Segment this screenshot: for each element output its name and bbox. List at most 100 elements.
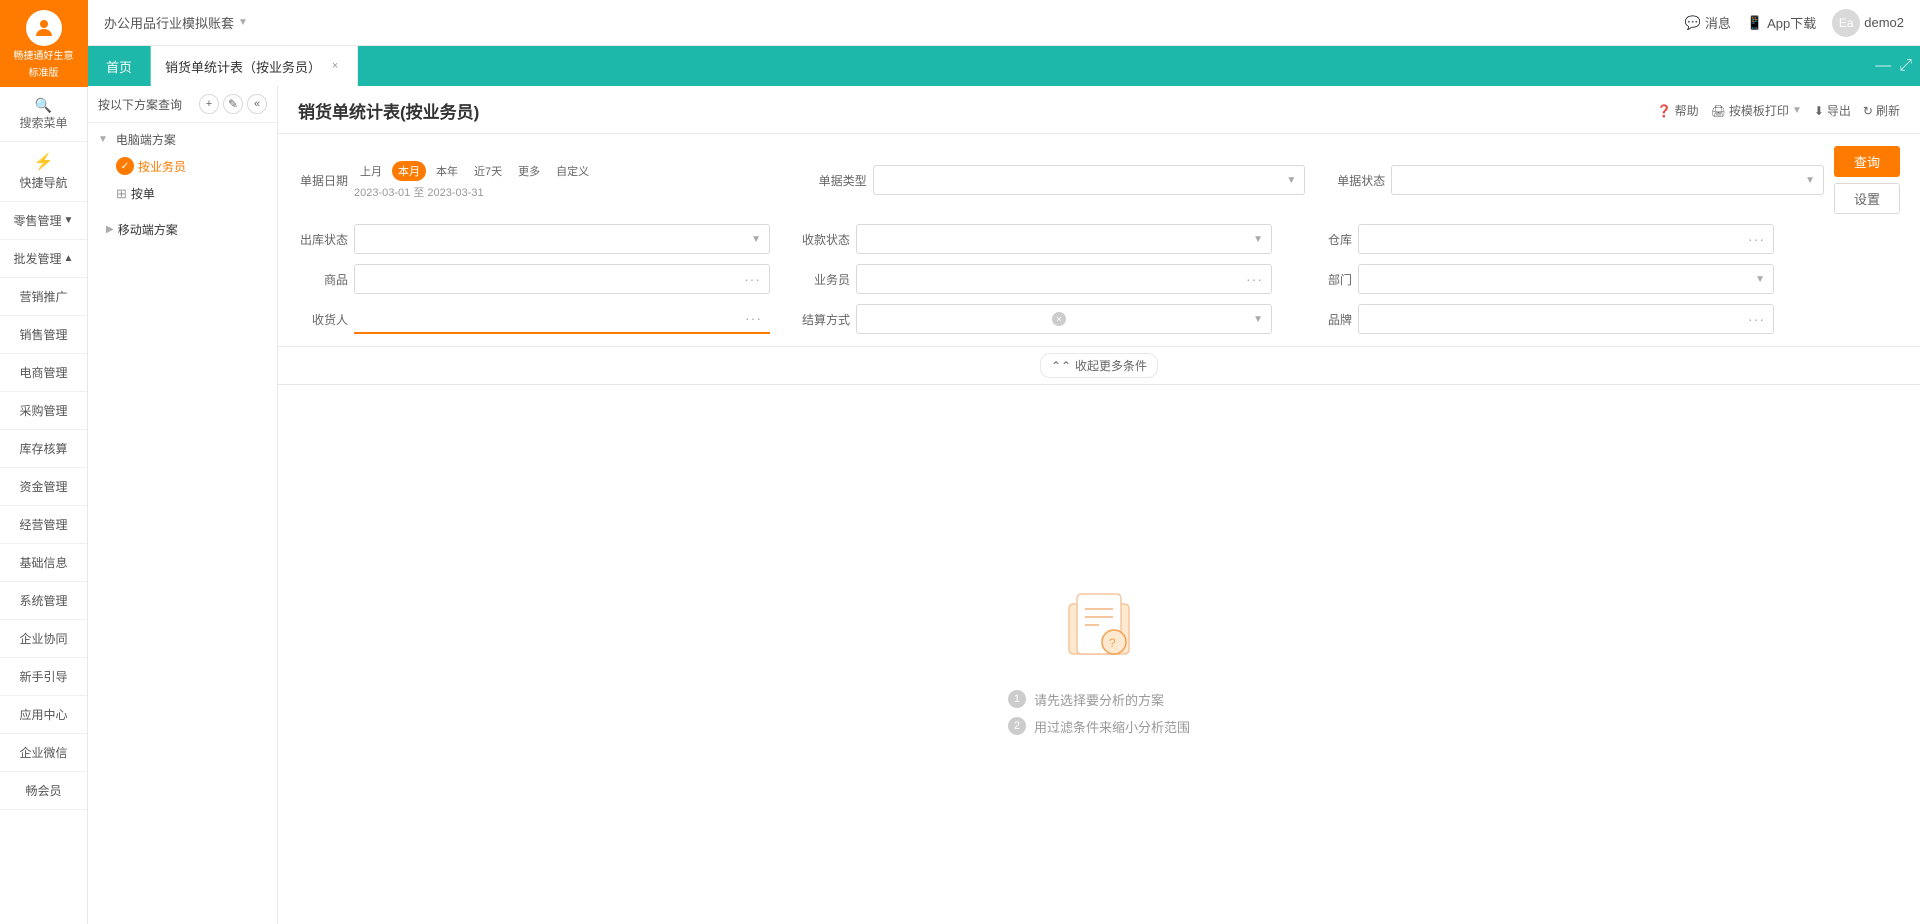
add-scheme-btn[interactable]: + bbox=[199, 94, 219, 114]
help-btn[interactable]: ❓ 帮助 bbox=[1657, 102, 1699, 119]
message-icon: 💬 bbox=[1685, 15, 1701, 31]
app-download-btn[interactable]: 📱 App下载 bbox=[1747, 13, 1816, 32]
brand-control[interactable]: ··· bbox=[1358, 304, 1774, 334]
sidebar-item-member-label: 畅会员 bbox=[4, 782, 83, 799]
sidebar-item-finance[interactable]: 资金管理 bbox=[0, 468, 87, 506]
sidebar-item-marketing-label: 营销推广 bbox=[4, 288, 83, 305]
topbar-right: 💬 消息 📱 App下载 Ea demo2 bbox=[1685, 9, 1904, 37]
query-button[interactable]: 查询 bbox=[1834, 146, 1900, 177]
logo-icon bbox=[26, 10, 62, 46]
user-info[interactable]: Ea demo2 bbox=[1832, 9, 1904, 37]
logo-text: 畅捷通好生意 bbox=[14, 50, 74, 64]
filter-item-dept: 部门 ▼ bbox=[1302, 264, 1774, 294]
filter-row-4: 收货人 ··· 结算方式 × ▼ bbox=[298, 304, 1900, 334]
user-avatar: Ea bbox=[1832, 9, 1860, 37]
doc-type-arrow: ▼ bbox=[1286, 175, 1296, 186]
filter-item-doc-type: 单据类型 ▼ bbox=[817, 165, 1306, 195]
group-pc-text: 电脑端方案 bbox=[116, 131, 176, 148]
message-btn[interactable]: 💬 消息 bbox=[1685, 13, 1731, 32]
sidebar-item-apps[interactable]: 应用中心 bbox=[0, 696, 87, 734]
settle-control[interactable]: × ▼ bbox=[856, 304, 1272, 334]
sidebar-item-wholesale[interactable]: 批发管理 ▲ bbox=[0, 240, 87, 278]
tab-home[interactable]: 首页 bbox=[88, 46, 151, 86]
edit-scheme-btn[interactable]: ✎ bbox=[223, 94, 243, 114]
collect-status-control[interactable]: ▼ bbox=[856, 224, 1272, 254]
sidebar-item-purchase[interactable]: 采购管理 bbox=[0, 392, 87, 430]
settle-clear-btn[interactable]: × bbox=[1052, 312, 1066, 326]
left-panel-header: 按以下方案查询 + ✎ « bbox=[88, 86, 277, 123]
export-btn[interactable]: ⬇ 导出 bbox=[1814, 102, 1851, 119]
doc-type-control[interactable]: ▼ bbox=[873, 165, 1306, 195]
collapse-left-btn[interactable]: « bbox=[247, 94, 267, 114]
date-tab-prev-month[interactable]: 上月 bbox=[354, 161, 388, 181]
date-tab-custom[interactable]: 自定义 bbox=[550, 161, 595, 181]
sidebar: 畅捷通好生意 标准版 🔍 搜索菜单 ⚡ 快捷导航 零售管理 ▼ 批发管理 ▲ 营… bbox=[0, 0, 88, 924]
date-tab-7days[interactable]: 近7天 bbox=[468, 161, 508, 181]
left-panel-title: 按以下方案查询 bbox=[98, 96, 182, 113]
account-dropdown[interactable]: 办公用品行业模拟账套 ▼ bbox=[104, 13, 248, 32]
sidebar-item-base[interactable]: 基础信息 bbox=[0, 544, 87, 582]
sidebar-item-system[interactable]: 系统管理 bbox=[0, 582, 87, 620]
empty-state: ? 1 请先选择要分析的方案 2 用过滤条件来缩小分析范围 bbox=[278, 385, 1920, 924]
tab-minimize-btn[interactable]: — bbox=[1875, 57, 1891, 75]
set-button[interactable]: 设置 bbox=[1834, 183, 1900, 214]
sidebar-item-newbie[interactable]: 新手引导 bbox=[0, 658, 87, 696]
sidebar-search-item[interactable]: 🔍 搜索菜单 bbox=[0, 87, 87, 142]
collapse-up-icon: ⌃⌃ bbox=[1051, 359, 1071, 373]
tab-maximize-btn[interactable]: ⤢ bbox=[1899, 57, 1912, 75]
scheme-group-mobile-label[interactable]: ▶ 移动端方案 bbox=[88, 215, 277, 244]
receiver-control[interactable]: ··· bbox=[354, 304, 770, 334]
date-tab-this-year[interactable]: 本年 bbox=[430, 161, 464, 181]
collapse-conditions-btn[interactable]: ⌃⌃ 收起更多条件 bbox=[1040, 353, 1158, 378]
date-tab-this-month[interactable]: 本月 bbox=[392, 161, 426, 181]
avatar-text: Ea bbox=[1839, 16, 1854, 30]
refresh-btn[interactable]: ↻ 刷新 bbox=[1863, 102, 1900, 119]
out-status-control[interactable]: ▼ bbox=[354, 224, 770, 254]
sidebar-item-ops[interactable]: 经营管理 bbox=[0, 506, 87, 544]
app-download-icon: 📱 bbox=[1747, 15, 1763, 31]
empty-tip-2: 2 用过滤条件来缩小分析范围 bbox=[1008, 717, 1190, 736]
sidebar-item-ecommerce[interactable]: 电商管理 bbox=[0, 354, 87, 392]
sidebar-item-member[interactable]: 畅会员 bbox=[0, 772, 87, 810]
filter-row-1: 单据日期 上月 本月 本年 近7天 更多 自定义 2023-03-01 至 20… bbox=[298, 146, 1900, 214]
scheme-item-by-doc[interactable]: ⊞ 按单 bbox=[88, 180, 277, 207]
scheme-group-mobile: ▶ 移动端方案 bbox=[88, 211, 277, 248]
tabbar: 首页 销货单统计表（按业务员） × — ⤢ bbox=[88, 46, 1920, 86]
sidebar-item-retail[interactable]: 零售管理 ▼ bbox=[0, 202, 87, 240]
filter-item-receiver: 收货人 ··· bbox=[298, 304, 770, 334]
sidebar-item-inventory[interactable]: 库存核算 bbox=[0, 430, 87, 468]
print-icon: 🖨 bbox=[1711, 104, 1726, 118]
filter-row-2: 出库状态 ▼ 收款状态 ▼ bbox=[298, 224, 1900, 254]
warehouse-control[interactable]: ··· bbox=[1358, 224, 1774, 254]
warehouse-dots: ··· bbox=[1748, 231, 1765, 247]
empty-tip-1: 1 请先选择要分析的方案 bbox=[1008, 690, 1190, 709]
sidebar-item-system-label: 系统管理 bbox=[4, 592, 83, 609]
dept-control[interactable]: ▼ bbox=[1358, 264, 1774, 294]
sidebar-item-quick-nav[interactable]: ⚡ 快捷导航 bbox=[0, 142, 87, 202]
receiver-dots: ··· bbox=[745, 310, 762, 326]
wholesale-arrow-icon: ▲ bbox=[64, 253, 74, 264]
date-tab-more[interactable]: 更多 bbox=[512, 161, 546, 181]
message-label: 消息 bbox=[1705, 13, 1731, 32]
sidebar-item-wechat[interactable]: 企业微信 bbox=[0, 734, 87, 772]
sidebar-item-enterprise[interactable]: 企业协同 bbox=[0, 620, 87, 658]
tab-active[interactable]: 销货单统计表（按业务员） × bbox=[151, 46, 358, 86]
salesman-control[interactable]: ··· bbox=[856, 264, 1272, 294]
scheme-item-by-salesman[interactable]: ✓ 按业务员 bbox=[88, 152, 277, 180]
sidebar-item-sales[interactable]: 销售管理 bbox=[0, 316, 87, 354]
tab-close-btn[interactable]: × bbox=[327, 58, 343, 74]
goods-control[interactable]: ··· bbox=[354, 264, 770, 294]
scheme-group-pc-label[interactable]: ▼ 电脑端方案 bbox=[88, 127, 277, 152]
salesman-label: 业务员 bbox=[800, 271, 850, 288]
doc-status-control[interactable]: ▼ bbox=[1391, 165, 1824, 195]
sidebar-search-label: 搜索菜单 bbox=[8, 114, 79, 131]
sidebar-item-marketing[interactable]: 营销推广 bbox=[0, 278, 87, 316]
sidebar-logo: 畅捷通好生意 标准版 bbox=[0, 0, 88, 87]
user-name: demo2 bbox=[1864, 15, 1904, 30]
chevron-right-icon: ▶ bbox=[106, 224, 114, 235]
filter-row-3: 商品 ··· 业务员 ··· bbox=[298, 264, 1900, 294]
empty-illustration: ? bbox=[1049, 574, 1149, 674]
settle-arrow: ▼ bbox=[1253, 314, 1263, 325]
filter-item-goods: 商品 ··· bbox=[298, 264, 770, 294]
print-btn[interactable]: 🖨 按模板打印 ▼ bbox=[1711, 102, 1802, 119]
